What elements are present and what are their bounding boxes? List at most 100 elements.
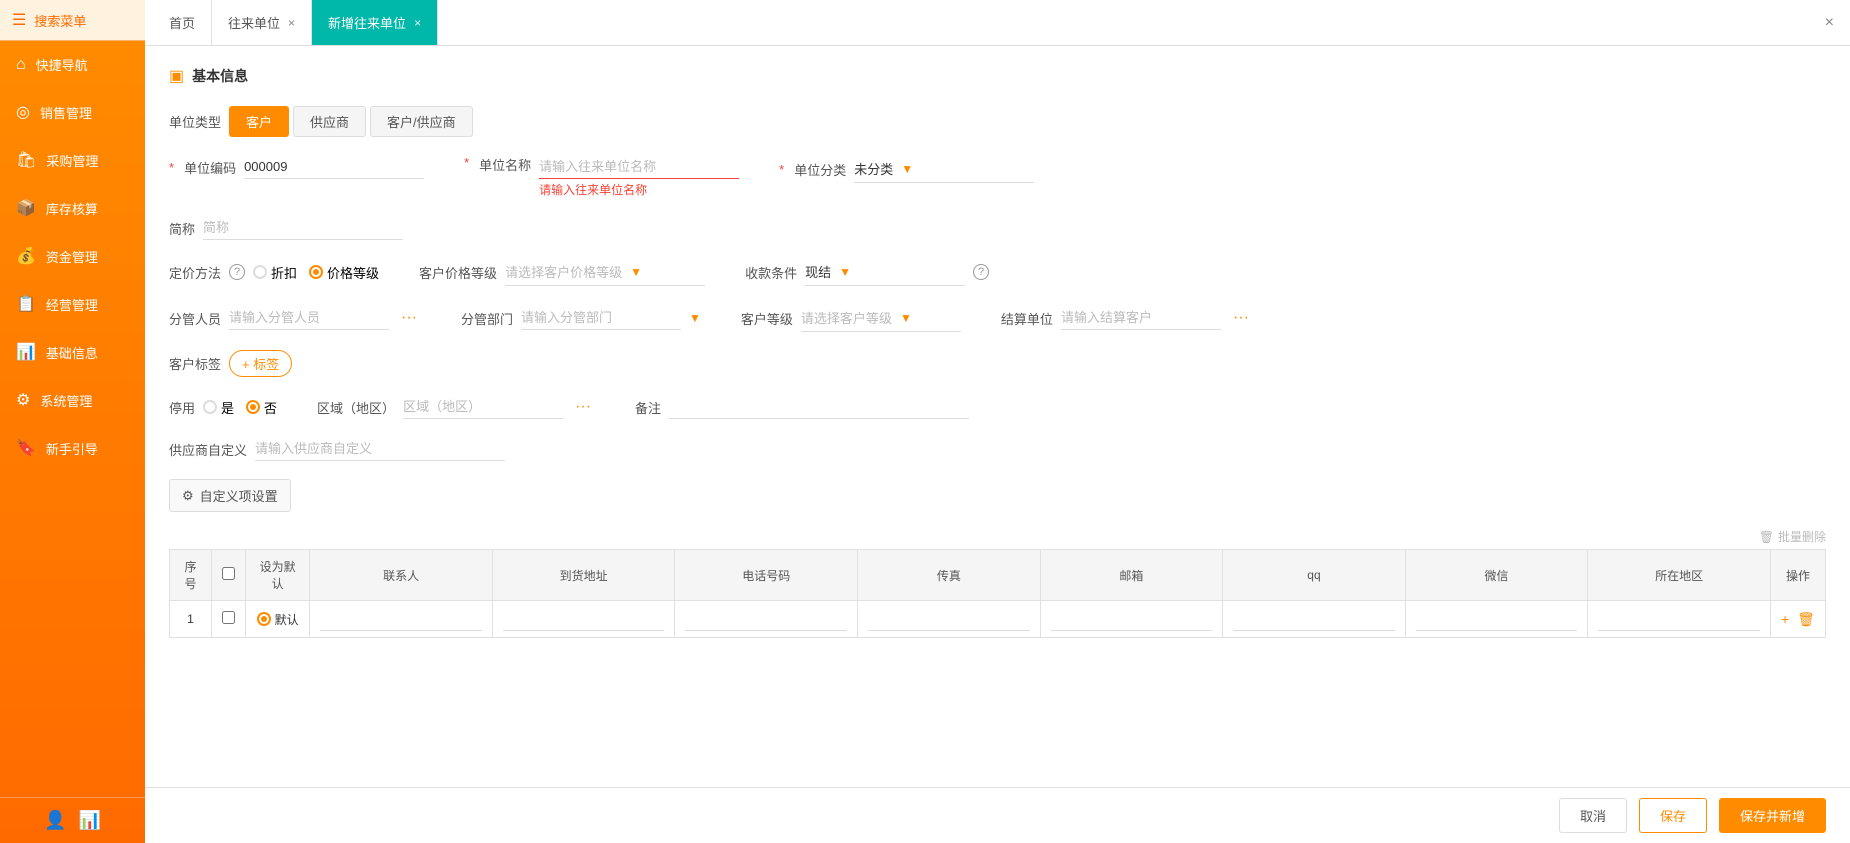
th-address: 到货地址 <box>492 550 675 601</box>
th-checkbox <box>211 550 245 601</box>
save-add-button[interactable]: 保存并新增 <box>1719 798 1826 833</box>
add-tag-btn[interactable]: + 标签 <box>229 350 292 377</box>
row-wechat-input[interactable] <box>1416 607 1578 631</box>
payment-help-icon[interactable]: ? <box>973 264 989 280</box>
row-phone-input[interactable] <box>685 607 847 631</box>
row-email-input[interactable] <box>1051 607 1213 631</box>
unit-category-label: 单位分类 <box>794 160 846 179</box>
tab-new-partner[interactable]: 新增往来单位 × <box>312 0 438 45</box>
row-address-input[interactable] <box>503 607 665 631</box>
supplier-custom-input[interactable] <box>255 437 505 461</box>
th-phone: 电话号码 <box>675 550 858 601</box>
th-no: 序号 <box>170 550 212 601</box>
sidebar-item-system[interactable]: ⚙ 系统管理 <box>0 376 145 424</box>
manager-more-btn[interactable]: ··· <box>397 309 421 327</box>
radio-no-label: 否 <box>264 398 277 417</box>
disabled-radio-group: 是 否 <box>203 398 277 417</box>
type-btn-both[interactable]: 客户/供应商 <box>370 106 473 137</box>
customer-level-select[interactable]: 请选择客户等级 ▼ <box>801 304 961 332</box>
tab-partners[interactable]: 往来单位 × <box>212 0 312 45</box>
settlement-input[interactable] <box>1061 306 1221 330</box>
sidebar-item-finance[interactable]: 💰 资金管理 <box>0 232 145 280</box>
sidebar-item-quick-nav[interactable]: ⌂ 快捷导航 <box>0 41 145 88</box>
unit-category-required: * <box>779 162 784 177</box>
sidebar-item-label: 采购管理 <box>46 151 98 170</box>
search-menu-label: 搜索菜单 <box>34 11 86 30</box>
row-delete-btn[interactable]: 🗑 <box>1797 611 1815 628</box>
th-email: 邮箱 <box>1040 550 1223 601</box>
customer-price-group: 客户价格等级 请选择客户价格等级 ▼ <box>419 258 705 286</box>
unit-code-label: 单位编码 <box>184 158 236 177</box>
section-title: 基本信息 <box>192 66 248 86</box>
unit-category-select[interactable]: 未分类 ▼ <box>854 155 1034 183</box>
row-default-radio[interactable]: 默认 <box>256 611 299 628</box>
customer-price-select[interactable]: 请选择客户价格等级 ▼ <box>505 258 705 286</box>
sidebar-item-sales[interactable]: ◎ 销售管理 <box>0 88 145 136</box>
sidebar-item-guide[interactable]: 🔖 新手引导 <box>0 424 145 472</box>
pricing-group: 定价方法 ? 折扣 价格等级 <box>169 263 379 282</box>
note-label: 备注 <box>635 398 661 417</box>
pricing-help-icon[interactable]: ? <box>229 264 245 280</box>
sidebar-item-purchase[interactable]: 🛍 采购管理 <box>0 136 145 184</box>
radio-level[interactable]: 价格等级 <box>309 263 379 282</box>
cancel-button[interactable]: 取消 <box>1559 798 1627 833</box>
short-name-input[interactable] <box>203 216 403 240</box>
tab-bar: 首页 往来单位 × 新增往来单位 × × <box>145 0 1850 46</box>
custom-settings-btn[interactable]: ⚙ 自定义项设置 <box>169 479 291 512</box>
type-btn-supplier[interactable]: 供应商 <box>293 106 366 137</box>
settlement-label: 结算单位 <box>1001 309 1053 328</box>
radio-level-label: 价格等级 <box>327 263 379 282</box>
department-arrow[interactable]: ▼ <box>689 311 701 325</box>
row-add-btn[interactable]: + <box>1781 611 1789 627</box>
row-qq-input[interactable] <box>1233 607 1395 631</box>
payment-terms-arrow: ▼ <box>839 265 851 279</box>
row-action: + 🗑 <box>1770 601 1825 638</box>
batch-delete-label: 批量删除 <box>1778 528 1826 545</box>
sales-icon: ◎ <box>16 102 30 122</box>
row-checkbox-input[interactable] <box>222 611 235 624</box>
tab-home[interactable]: 首页 <box>153 0 212 45</box>
save-button[interactable]: 保存 <box>1639 798 1707 833</box>
window-close-btn[interactable]: × <box>1817 10 1842 36</box>
region-more-btn[interactable]: ··· <box>571 398 595 416</box>
sidebar-item-base[interactable]: 📊 基础信息 <box>0 328 145 376</box>
unit-code-input[interactable] <box>244 155 424 179</box>
sidebar-item-inventory[interactable]: 📦 库存核算 <box>0 184 145 232</box>
department-group: 分管部门 ▼ <box>461 306 701 330</box>
unit-name-input[interactable] <box>539 155 739 179</box>
payment-terms-select[interactable]: 现结 ▼ <box>805 258 965 286</box>
row-checkbox <box>211 601 245 638</box>
sidebar-user-icon[interactable]: 👤 <box>44 810 66 831</box>
main-area: 首页 往来单位 × 新增往来单位 × × ▣ 基本信息 单位类型 客户 供应商 … <box>145 0 1850 843</box>
radio-no[interactable]: 否 <box>246 398 277 417</box>
settlement-more-btn[interactable]: ··· <box>1229 309 1253 327</box>
radio-yes[interactable]: 是 <box>203 398 234 417</box>
row-fax-input[interactable] <box>868 607 1030 631</box>
row-default-label: 默认 <box>275 611 299 628</box>
supplier-custom-group: 供应商自定义 <box>169 437 505 461</box>
select-all-checkbox[interactable] <box>222 567 235 580</box>
home-icon: ⌂ <box>16 56 26 74</box>
sidebar-settings-icon[interactable]: 📊 <box>79 810 101 831</box>
region-input[interactable] <box>403 395 563 419</box>
row-contact-input[interactable] <box>320 607 482 631</box>
payment-terms-value: 现结 <box>805 262 831 281</box>
note-input[interactable] <box>669 395 969 419</box>
row-region-input[interactable] <box>1598 607 1760 631</box>
manager-input[interactable] <box>229 306 389 330</box>
tab-new-partner-close[interactable]: × <box>414 16 421 30</box>
region-group: 区域（地区） ··· <box>317 395 595 419</box>
tab-partners-close[interactable]: × <box>288 16 295 30</box>
table-row: 1 默认 <box>170 601 1826 638</box>
batch-delete-btn[interactable]: 🗑 批量删除 <box>169 528 1826 545</box>
department-input[interactable] <box>521 306 681 330</box>
row-region <box>1588 601 1771 638</box>
disabled-group: 停用 是 否 <box>169 398 277 417</box>
type-btn-customer[interactable]: 客户 <box>229 106 289 137</box>
sidebar-item-label: 资金管理 <box>46 247 98 266</box>
unit-category-arrow: ▼ <box>901 162 913 176</box>
unit-type-buttons: 客户 供应商 客户/供应商 <box>229 106 473 137</box>
sidebar-item-operations[interactable]: 📋 经营管理 <box>0 280 145 328</box>
radio-discount[interactable]: 折扣 <box>253 263 297 282</box>
search-menu-btn[interactable]: ☰ 搜索菜单 <box>0 0 145 41</box>
